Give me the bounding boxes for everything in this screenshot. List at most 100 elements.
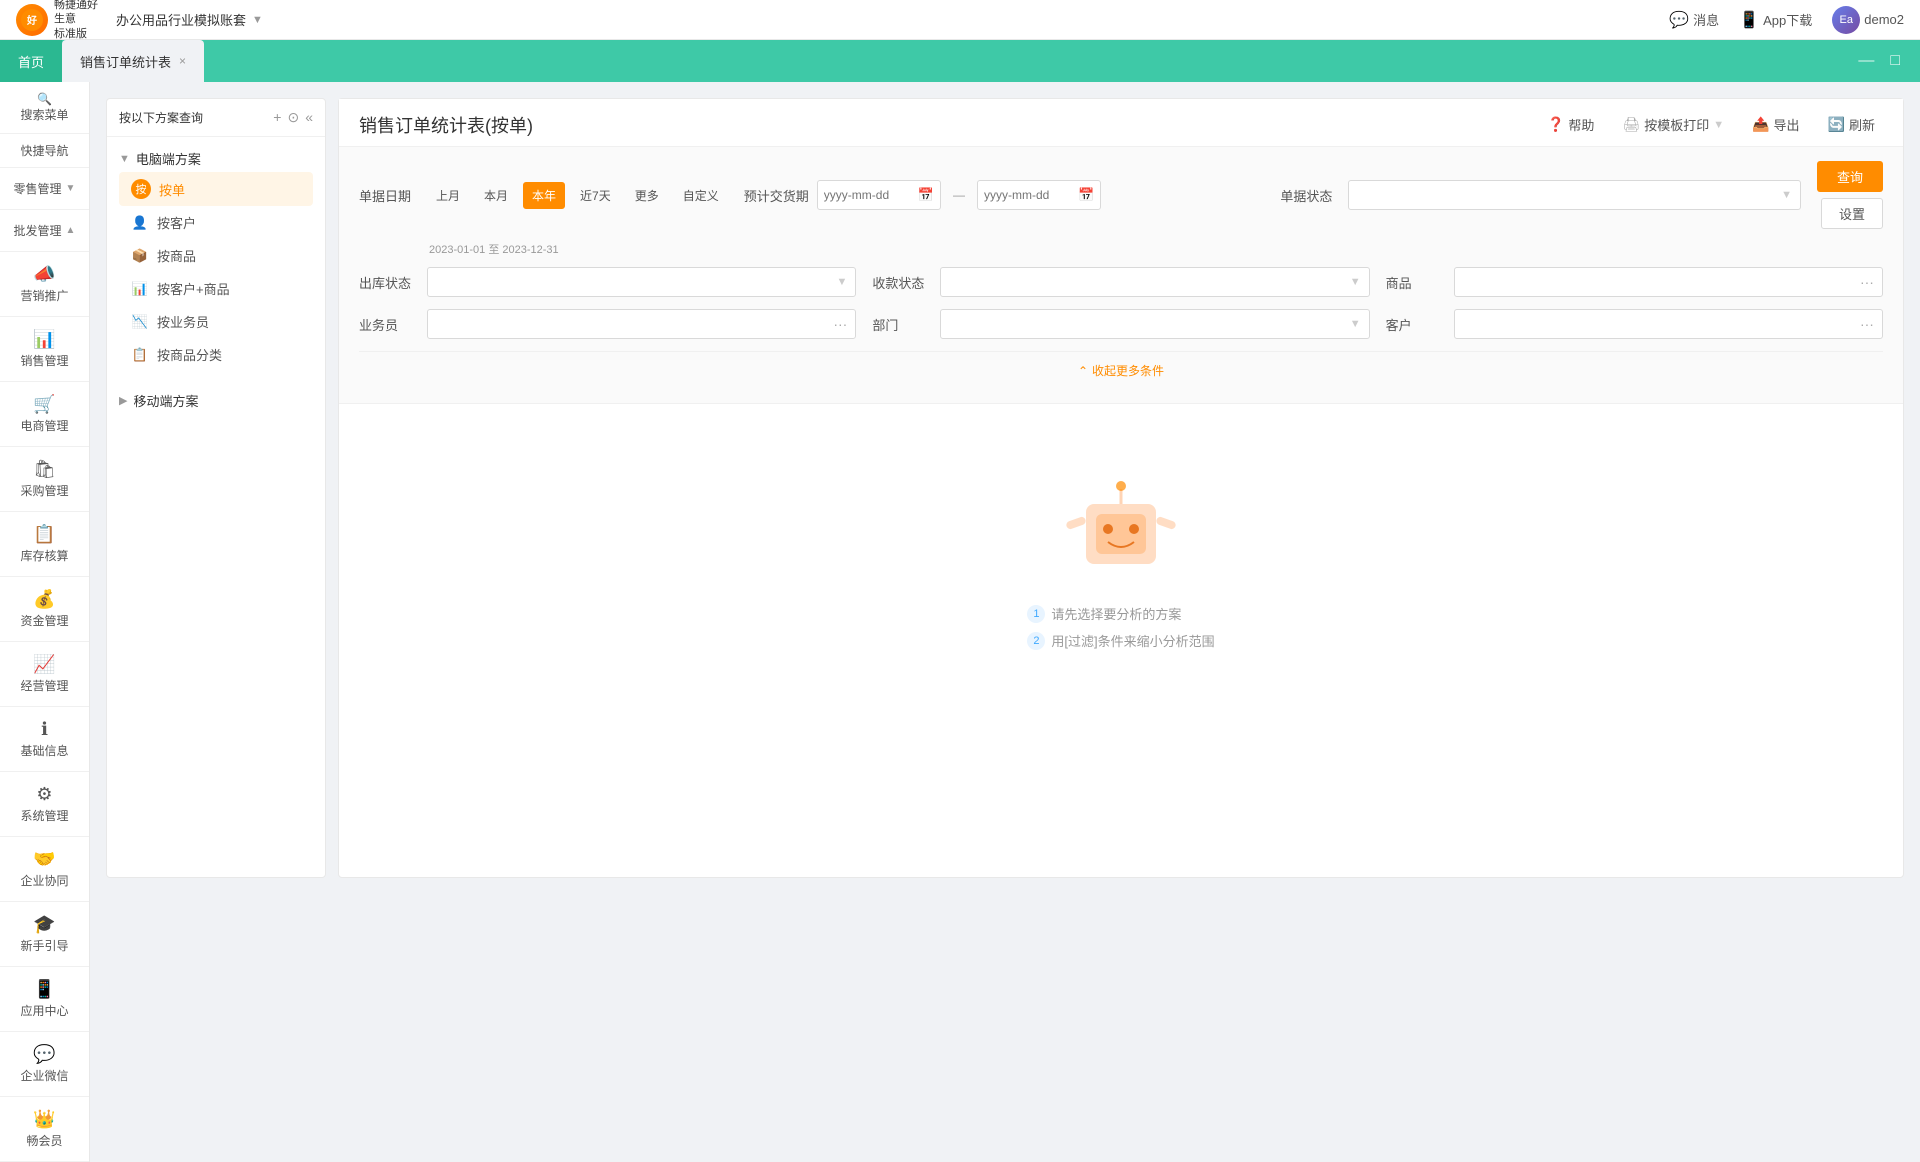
sidebar-item-basics[interactable]: ℹ 基础信息 xyxy=(0,707,89,772)
refresh-btn[interactable]: 🔄 刷新 xyxy=(1820,111,1883,138)
logo-icon: 好 xyxy=(16,4,48,36)
empty-tips: 1 请先选择要分析的方案 2 用[过滤]条件来缩小分析范围 xyxy=(1027,604,1214,658)
sidebar-search[interactable]: 🔍 搜索菜单 xyxy=(0,82,89,134)
order-status-label: 单据状态 xyxy=(1280,186,1340,205)
sidebar-item-membership[interactable]: 👑 畅会员 xyxy=(0,1097,89,1162)
sidebar-item-sales[interactable]: 📊 销售管理 xyxy=(0,317,89,382)
sidebar-item-marketing[interactable]: 📣 营销推广 xyxy=(0,252,89,317)
left-panel-title: 按以下方案查询 xyxy=(119,109,203,126)
delivery-status-select[interactable]: ▼ xyxy=(427,267,856,297)
delivery-date-end-input[interactable] xyxy=(984,188,1074,202)
scheme-bycustomer[interactable]: 👤 按客户 xyxy=(119,206,313,239)
date-btn-more[interactable]: 更多 xyxy=(626,182,668,209)
pc-section-toggle[interactable]: ▼ 电脑端方案 xyxy=(119,145,313,172)
dept-select[interactable]: ▼ xyxy=(940,309,1369,339)
page-header-actions: ❓ 帮助 🖨 按模板打印 ▼ 📤 导出 🔄 xyxy=(1539,111,1883,138)
scheme-bysalesperson[interactable]: 📉 按业务员 xyxy=(119,305,313,338)
sidebar-item-inventory[interactable]: 📋 库存核算 xyxy=(0,512,89,577)
nav-tabs-actions: — □ xyxy=(1854,48,1920,74)
bycustomer-icon: 👤 xyxy=(131,214,149,232)
customer-dots-icon[interactable]: ··· xyxy=(1860,316,1874,332)
tab-home[interactable]: 首页 xyxy=(0,40,62,82)
sidebar-item-finance[interactable]: 💰 资金管理 xyxy=(0,577,89,642)
payment-status-arrow-icon: ▼ xyxy=(1350,276,1361,288)
customer-select[interactable]: ··· xyxy=(1454,309,1883,339)
purchase-icon: 🛍 xyxy=(33,459,56,480)
message-btn[interactable]: 💬 消息 xyxy=(1669,10,1719,30)
collapse-panel-btn[interactable]: « xyxy=(305,109,313,126)
bycategory-icon: 📋 xyxy=(131,346,149,364)
sidebar: 🔍 搜索菜单 快捷导航 零售管理 ▼ 批发管理 ▲ 📣 营销推广 📊 销售管理 xyxy=(0,82,90,1162)
date-range-display: 2023-01-01 至 2023-12-31 xyxy=(429,241,1883,257)
add-scheme-btn[interactable]: + xyxy=(273,109,281,126)
basics-icon: ℹ xyxy=(41,719,48,740)
sidebar-item-newbie[interactable]: 🎓 新手引导 xyxy=(0,902,89,967)
collapse-filter-btn[interactable]: ⌃ 收起更多条件 xyxy=(359,351,1883,389)
filter-area: 单据日期 上月 本月 本年 近7天 更多 自定义 xyxy=(339,147,1903,404)
search-button[interactable]: 查询 xyxy=(1817,161,1883,192)
delivery-status-item: 出库状态 ▼ xyxy=(359,267,856,297)
wechat-icon: 💬 xyxy=(33,1044,55,1065)
salesperson-item: 业务员 ··· xyxy=(359,309,856,339)
scheme-byorder[interactable]: 按 按单 xyxy=(119,172,313,206)
export-btn[interactable]: 📤 导出 xyxy=(1744,111,1807,138)
print-btn[interactable]: 🖨 按模板打印 ▼ xyxy=(1614,111,1732,138)
bysalesperson-icon: 📉 xyxy=(131,313,149,331)
sidebar-item-ecommerce[interactable]: 🛒 电商管理 xyxy=(0,382,89,447)
expected-delivery-item: 预计交货期 📅 — 📅 xyxy=(744,180,1265,210)
maximize-icon[interactable]: □ xyxy=(1886,48,1904,74)
calendar-start-icon[interactable]: 📅 xyxy=(918,187,934,203)
mobile-section-toggle[interactable]: ▶ 移动端方案 xyxy=(119,387,313,414)
date-btn-this-year[interactable]: 本年 xyxy=(523,182,565,209)
mobile-section: ▶ 移动端方案 xyxy=(107,379,325,422)
ecommerce-icon: 🛒 xyxy=(33,394,55,415)
help-btn[interactable]: ❓ 帮助 xyxy=(1539,111,1602,138)
minimize-icon[interactable]: — xyxy=(1854,48,1878,74)
sidebar-item-wholesale[interactable]: 批发管理 ▲ xyxy=(0,210,89,252)
layout: 🔍 搜索菜单 快捷导航 零售管理 ▼ 批发管理 ▲ 📣 营销推广 📊 销售管理 xyxy=(0,82,1920,1162)
company-arrow-icon: ▼ xyxy=(252,14,263,26)
payment-status-item: 收款状态 ▼ xyxy=(872,267,1369,297)
scheme-bycustgoods[interactable]: 📊 按客户+商品 xyxy=(119,272,313,305)
sidebar-item-retail[interactable]: 零售管理 ▼ xyxy=(0,168,89,210)
sidebar-item-appcenter[interactable]: 📱 应用中心 xyxy=(0,967,89,1032)
edit-scheme-btn[interactable]: ⊙ xyxy=(287,109,299,126)
sidebar-item-operations[interactable]: 📈 经营管理 xyxy=(0,642,89,707)
reset-button[interactable]: 设置 xyxy=(1821,198,1883,229)
date-btn-this-month[interactable]: 本月 xyxy=(475,182,517,209)
user-profile[interactable]: Ea demo2 xyxy=(1832,6,1904,34)
close-tab-icon[interactable]: × xyxy=(179,54,186,68)
sidebar-item-system[interactable]: ⚙ 系统管理 xyxy=(0,772,89,837)
tab-sales-stats[interactable]: 销售订单统计表 × xyxy=(62,40,204,82)
filter-row-1: 单据日期 上月 本月 本年 近7天 更多 自定义 xyxy=(359,161,1883,229)
calendar-end-icon[interactable]: 📅 xyxy=(1078,187,1094,203)
message-icon: 💬 xyxy=(1669,10,1689,30)
delivery-date-start-input[interactable] xyxy=(824,188,914,202)
scheme-bycategory[interactable]: 📋 按商品分类 xyxy=(119,338,313,371)
byorder-icon: 按 xyxy=(131,179,151,199)
sidebar-quick-nav[interactable]: 快捷导航 xyxy=(0,134,89,168)
payment-status-select[interactable]: ▼ xyxy=(940,267,1369,297)
sales-icon: 📊 xyxy=(33,329,55,350)
goods-select[interactable]: ··· xyxy=(1454,267,1883,297)
filter-row-3: 业务员 ··· 部门 ▼ xyxy=(359,309,1883,339)
retail-arrow-icon: ▼ xyxy=(66,183,76,194)
pc-section-arrow-icon: ▼ xyxy=(119,153,130,165)
newbie-icon: 🎓 xyxy=(33,914,55,935)
goods-dots-icon[interactable]: ··· xyxy=(1860,274,1874,290)
date-btn-last-month[interactable]: 上月 xyxy=(427,182,469,209)
app-download-btn[interactable]: 📱 App下载 xyxy=(1739,10,1812,30)
sidebar-item-purchase[interactable]: 🛍 采购管理 xyxy=(0,447,89,512)
company-selector[interactable]: 办公用品行业模拟账套 ▼ xyxy=(106,10,1669,29)
salesperson-dots-icon[interactable]: ··· xyxy=(833,316,847,332)
page-header: 销售订单统计表(按单) ❓ 帮助 🖨 按模板打印 ▼ 📤 xyxy=(339,99,1903,147)
date-btn-last7[interactable]: 近7天 xyxy=(571,182,620,209)
sidebar-item-wechat[interactable]: 💬 企业微信 xyxy=(0,1032,89,1097)
scheme-bygoods[interactable]: 📦 按商品 xyxy=(119,239,313,272)
bygoods-icon: 📦 xyxy=(131,247,149,265)
date-btn-custom[interactable]: 自定义 xyxy=(674,182,728,209)
tip-num-1: 1 xyxy=(1027,605,1045,623)
sidebar-item-collab[interactable]: 🤝 企业协同 xyxy=(0,837,89,902)
salesperson-select[interactable]: ··· xyxy=(427,309,856,339)
order-status-select[interactable]: ▼ xyxy=(1348,180,1801,210)
